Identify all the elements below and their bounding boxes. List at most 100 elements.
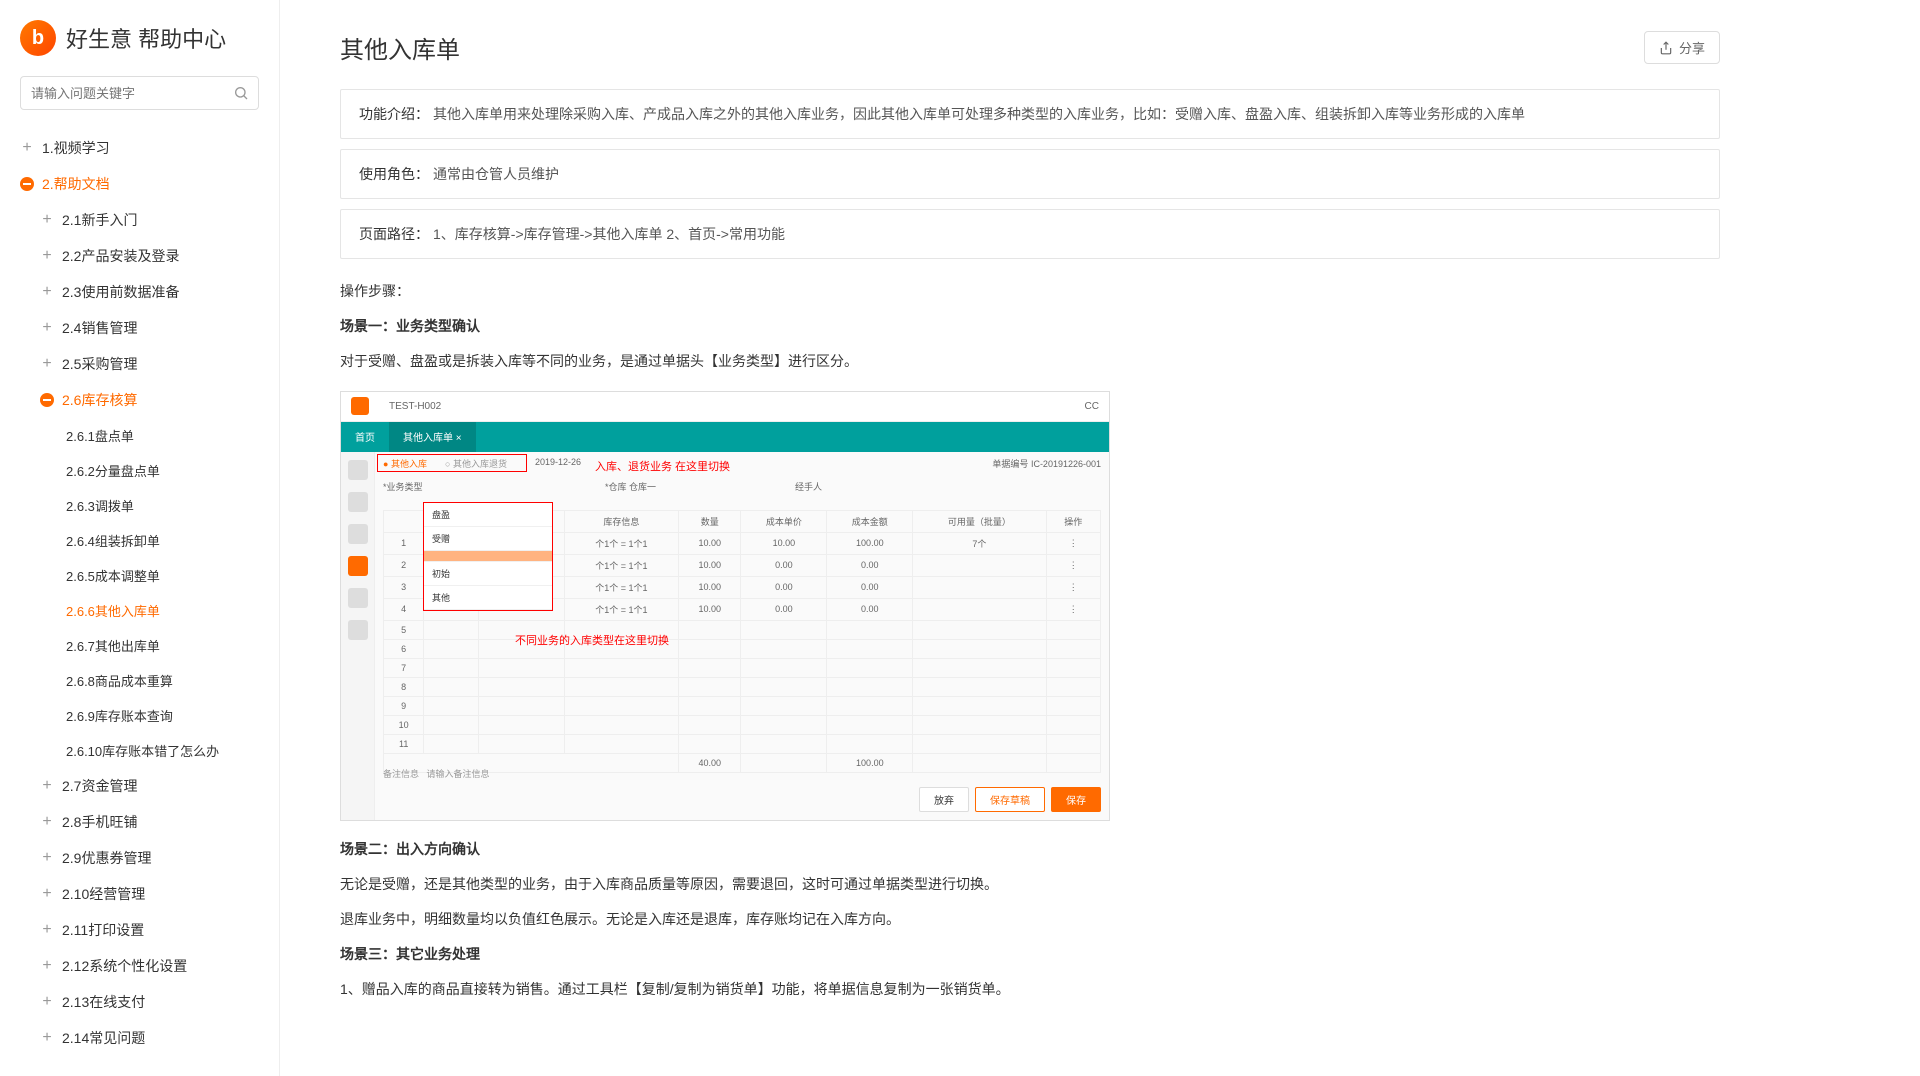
- ss-tab-home: 首页: [341, 422, 389, 452]
- ss-th: 数量: [679, 510, 741, 532]
- info-intro: 功能介绍：其他入库单用来处理除采购入库、产成品入库之外的其他入库业务，因此其他入…: [340, 89, 1720, 139]
- plus-icon: [40, 923, 54, 937]
- nav-2-6[interactable]: 2.6库存核算: [20, 382, 259, 418]
- ss-body: ● 其他入库 ○ 其他入库退货 2019-12-26 入库、退货业务 在这里切换…: [341, 452, 1109, 820]
- plus-icon: [40, 815, 54, 829]
- plus-icon: [20, 141, 34, 155]
- ss-nav-icon: [348, 620, 368, 640]
- plus-icon: [40, 249, 54, 263]
- info-path: 页面路径：1、库存核算->库存管理->其他入库单 2、首页->常用功能: [340, 209, 1720, 259]
- page-title: 其他入库单: [340, 30, 460, 65]
- nav-2-6-2[interactable]: 2.6.2分量盘点单: [20, 453, 259, 488]
- nav-2-11[interactable]: 2.11打印设置: [20, 912, 259, 948]
- ss-th: 操作: [1046, 510, 1100, 532]
- ss-nav-icon: [348, 588, 368, 608]
- ss-wh-label: *仓库 仓库一: [605, 480, 656, 493]
- ss-logo-icon: [351, 397, 369, 415]
- role-text: 通常由仓管人员维护: [433, 166, 559, 182]
- minus-icon: [40, 393, 54, 407]
- nav-2-4[interactable]: 2.4销售管理: [20, 310, 259, 346]
- path-label: 页面路径：: [359, 226, 429, 242]
- nav-2-6-3[interactable]: 2.6.3调拨单: [20, 488, 259, 523]
- plus-icon: [40, 285, 54, 299]
- nav-2-3[interactable]: 2.3使用前数据准备: [20, 274, 259, 310]
- ss-th: 库存信息: [564, 510, 678, 532]
- logo-row: b 好生意 帮助中心: [20, 20, 259, 56]
- nav-2-6-10[interactable]: 2.6.10库存账本错了怎么办: [20, 733, 259, 768]
- nav-video-learning[interactable]: 1.视频学习: [20, 130, 259, 166]
- search-icon: [233, 85, 249, 101]
- minus-icon: [20, 177, 34, 191]
- nav-2-6-8[interactable]: 2.6.8商品成本重算: [20, 663, 259, 698]
- brand-title: 好生意 帮助中心: [66, 22, 226, 54]
- nav-2-6-9[interactable]: 2.6.9库存账本查询: [20, 698, 259, 733]
- ss-btn-cancel: 放弃: [919, 787, 969, 812]
- nav-2-6-7[interactable]: 2.6.7其他出库单: [20, 628, 259, 663]
- table-row: 9: [384, 696, 1101, 715]
- table-row: 5: [384, 620, 1101, 639]
- ss-dd-item-selected: [424, 551, 552, 562]
- ss-topbar: TEST-H002 CC: [341, 392, 1109, 422]
- table-row: 10: [384, 715, 1101, 734]
- scene2-text1: 无论是受赠，还是其他类型的业务，由于入库商品质量等原因，需要退回，这时可通过单据…: [340, 872, 1720, 897]
- path-text: 1、库存核算->库存管理->其他入库单 2、首页->常用功能: [433, 226, 785, 242]
- steps-label: 操作步骤：: [340, 279, 1720, 304]
- nav-2-7[interactable]: 2.7资金管理: [20, 768, 259, 804]
- ss-th: 成本金额: [827, 510, 913, 532]
- scene1-text: 对于受赠、盘盈或是拆装入库等不同的业务，是通过单据头【业务类型】进行区分。: [340, 349, 1720, 374]
- table-row: 6: [384, 639, 1101, 658]
- nav-2-6-5[interactable]: 2.6.5成本调整单: [20, 558, 259, 593]
- share-button[interactable]: 分享: [1644, 31, 1720, 64]
- nav-2-2[interactable]: 2.2产品安装及登录: [20, 238, 259, 274]
- nav-2-8[interactable]: 2.8手机旺铺: [20, 804, 259, 840]
- ss-account: TEST-H002: [389, 401, 441, 412]
- ss-dd-item: 初始: [424, 562, 552, 586]
- nav-2-6-6[interactable]: 2.6.6其他入库单: [20, 593, 259, 628]
- share-icon: [1659, 41, 1673, 55]
- ss-dd-item: 其他: [424, 586, 552, 610]
- scene3-title: 场景三：其它业务处理: [340, 942, 1720, 967]
- plus-icon: [40, 887, 54, 901]
- scene1-title: 场景一：业务类型确认: [340, 314, 1720, 339]
- nav-2-6-1[interactable]: 2.6.1盘点单: [20, 418, 259, 453]
- scene2-text2: 退库业务中，明细数量均以负值红色展示。无论是入库还是退库，库存账均记在入库方向。: [340, 907, 1720, 932]
- plus-icon: [40, 779, 54, 793]
- search-input[interactable]: [20, 76, 259, 110]
- nav-2-13[interactable]: 2.13在线支付: [20, 984, 259, 1020]
- nav-2-12[interactable]: 2.12系统个性化设置: [20, 948, 259, 984]
- sidebar: b 好生意 帮助中心 1.视频学习 2.帮助文档 2.1新手入门 2.2产品安装…: [0, 0, 280, 1076]
- content-area: 操作步骤： 场景一：业务类型确认 对于受赠、盘盈或是拆装入库等不同的业务，是通过…: [340, 279, 1720, 1003]
- nav-2-14[interactable]: 2.14常见问题: [20, 1020, 259, 1056]
- ss-tab-other: 其他入库单 ×: [389, 422, 476, 452]
- ss-dd-item: 盘盈: [424, 503, 552, 527]
- logo-icon: b: [20, 20, 56, 56]
- ss-leftnav: [341, 452, 375, 820]
- nav-2-5[interactable]: 2.5采购管理: [20, 346, 259, 382]
- nav-2-6-4[interactable]: 2.6.4组装拆卸单: [20, 523, 259, 558]
- scene2-title: 场景二：出入方向确认: [340, 837, 1720, 862]
- table-row: 11: [384, 734, 1101, 753]
- ss-th: 成本单价: [741, 510, 827, 532]
- ss-nav-icon: [348, 492, 368, 512]
- intro-text: 其他入库单用来处理除采购入库、产成品入库之外的其他入库业务，因此其他入库单可处理…: [433, 106, 1525, 122]
- ss-btn-draft: 保存草稿: [975, 787, 1045, 812]
- ss-content: ● 其他入库 ○ 其他入库退货 2019-12-26 入库、退货业务 在这里切换…: [375, 452, 1109, 820]
- plus-icon: [40, 995, 54, 1009]
- ss-annotation1: 入库、退货业务 在这里切换: [595, 458, 730, 474]
- ss-docno: 单据编号 IC-20191226-001: [992, 457, 1101, 470]
- info-role: 使用角色：通常由仓管人员维护: [340, 149, 1720, 199]
- ss-dropdown: 盘盈 受赠 初始 其他: [423, 502, 553, 611]
- ss-footer-btns: 放弃 保存草稿 保存: [919, 787, 1101, 812]
- table-row: 7: [384, 658, 1101, 677]
- nav-help-docs[interactable]: 2.帮助文档: [20, 166, 259, 202]
- ss-btn-save: 保存: [1051, 787, 1101, 812]
- nav-2-9[interactable]: 2.9优惠券管理: [20, 840, 259, 876]
- ss-radio2: ○ 其他入库退货: [445, 457, 507, 470]
- ss-th: [384, 510, 424, 532]
- nav-2-1[interactable]: 2.1新手入门: [20, 202, 259, 238]
- ss-annotation2: 不同业务的入库类型在这里切换: [515, 632, 669, 648]
- ss-date: 2019-12-26: [535, 457, 581, 467]
- plus-icon: [40, 213, 54, 227]
- nav-2-10[interactable]: 2.10经营管理: [20, 876, 259, 912]
- ss-nav-icon: [348, 460, 368, 480]
